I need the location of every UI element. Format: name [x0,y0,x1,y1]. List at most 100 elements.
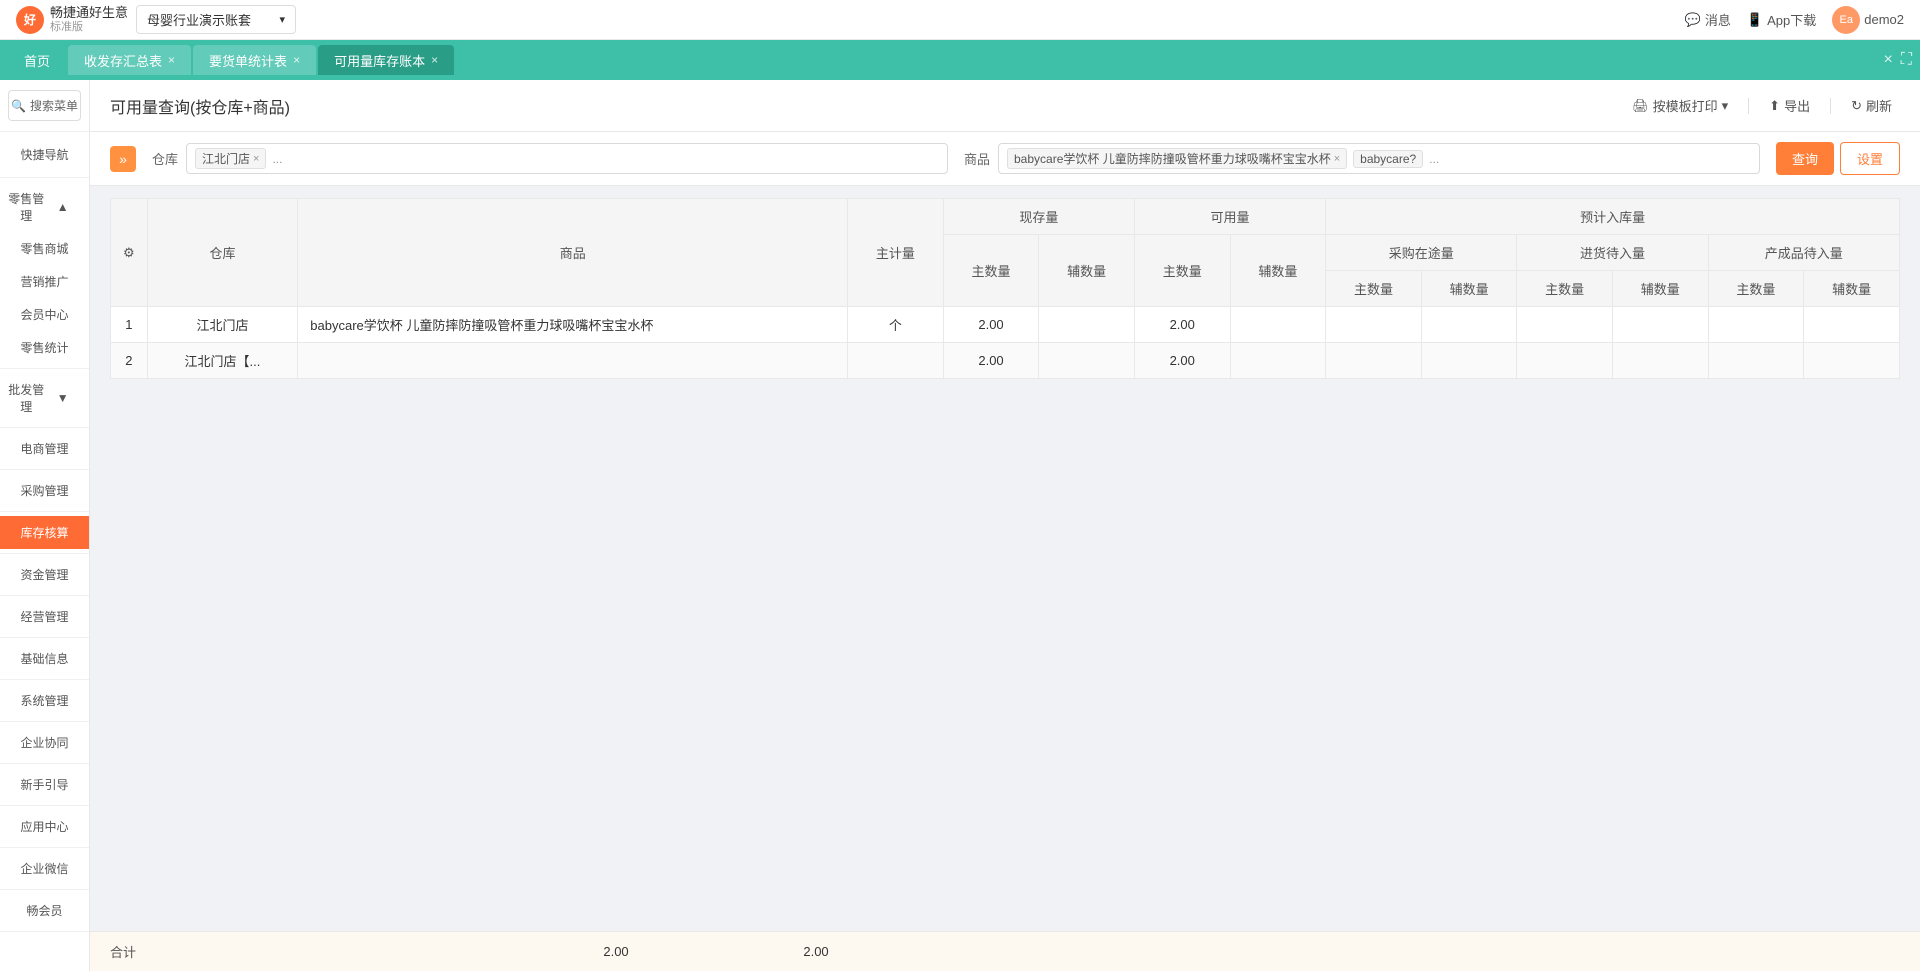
sidebar-item-basic-info[interactable]: 基础信息 [0,642,89,675]
query-button[interactable]: 查询 [1776,142,1834,175]
sidebar-item-enterprise-wechat[interactable]: 企业微信 [0,852,89,885]
column-production-arrival-main: 主数量 [1708,271,1804,307]
filter-expand-button[interactable]: » [110,146,136,172]
sidebar-section-retail: 零售管理 ▲ 零售商城 营销推广 会员中心 零售统计 [0,178,89,369]
print-template-button[interactable]: 🖨 按模板打印 ▾ [1624,92,1736,119]
chevron-down-icon: ▾ [279,13,285,26]
tab-close-icon[interactable]: × [431,53,438,67]
sidebar-item-wholesale-mgmt[interactable]: 批发管理 ▼ [0,373,89,423]
maximize-window-button[interactable]: ⛶ [1901,51,1912,69]
logo-text: 畅捷通好生意 标准版 [50,5,128,34]
sidebar-item-retail-store[interactable]: 零售商城 [0,232,89,265]
sidebar-item-quick-nav[interactable]: 快捷导航 [0,138,89,171]
refresh-button[interactable]: ↻ 刷新 [1843,92,1900,119]
print-icon: 🖨 [1632,98,1649,114]
app-download-action[interactable]: 📱 App下载 [1747,10,1816,29]
tab-available-stock[interactable]: 可用量库存账本 × [318,45,454,75]
content-area: 可用量查询(按仓库+商品) 🖨 按模板打印 ▾ ⬆ 导出 ↻ 刷新 [90,80,1920,971]
tab-home[interactable]: 首页 [8,45,66,75]
sidebar-section-inventory: 库存核算 [0,512,89,554]
column-current-sub-qty: 辅数量 [1039,235,1135,307]
user-area[interactable]: Ea demo2 [1832,6,1904,34]
search-icon: 🔍 [11,99,26,113]
product-filter-group: 商品 babycare学饮杯 儿童防摔防撞吸管杯重力球吸嘴杯宝宝水杯 × bab… [964,143,1760,174]
row-main-unit-summary [848,343,944,379]
sidebar-item-business-mgmt[interactable]: 经营管理 [0,600,89,633]
table-row: 2 江北门店【... 2.00 2.00 [111,343,1900,379]
warehouse-filter-group: 仓库 江北门店 × ... [152,143,948,174]
product-tag-short: babycare? [1353,150,1423,168]
row-p2-summary [1421,343,1517,379]
row-p5-summary [1708,343,1804,379]
sidebar-item-system-mgmt[interactable]: 系统管理 [0,684,89,717]
chevron-down-icon: ▾ [1722,98,1729,114]
sidebar-item-enterprise-collab[interactable]: 企业协同 [0,726,89,759]
sidebar-item-member[interactable]: 畅会员 [0,894,89,927]
sidebar-item-retail-mgmt[interactable]: 零售管理 ▲ [0,182,89,232]
row-warehouse-summary: 江北门店【... [147,343,298,379]
tag-close-icon[interactable]: × [1334,153,1340,165]
table-container: ⚙ 仓库 商品 主计量 现存量 可用量 预计入库量 主数量 辅数量 主数量 辅数… [90,186,1920,971]
export-button[interactable]: ⬆ 导出 [1761,92,1818,119]
row-purchase-in-transit-sub [1421,307,1517,343]
column-production-arrival: 产成品待入量 [1708,235,1899,271]
row-main-unit: 个 [848,307,944,343]
row-product-summary [298,343,848,379]
tab-close-icon[interactable]: × [168,53,175,67]
settings-button[interactable]: 设置 [1840,142,1900,175]
top-bar-left: 好 畅捷通好生意 标准版 母婴行业演示账套 ▾ [16,5,296,34]
sidebar-item-new-guide[interactable]: 新手引导 [0,768,89,801]
settings-icon: ⚙ [123,245,135,260]
sidebar-item-ecommerce-mgmt[interactable]: 电商管理 [0,432,89,465]
row-available-sub-qty [1230,307,1326,343]
sidebar-item-marketing[interactable]: 营销推广 [0,265,89,298]
sidebar-item-retail-stats[interactable]: 零售统计 [0,331,89,364]
sidebar-section-member: 畅会员 [0,890,89,932]
message-icon: 💬 [1685,12,1701,28]
export-icon: ⬆ [1769,98,1780,114]
row-purchase-in-transit-main [1326,307,1422,343]
avatar: Ea [1832,6,1860,34]
tab-close-icon[interactable]: × [293,53,300,67]
warehouse-more[interactable]: ... [272,152,282,166]
tab-income-expense[interactable]: 收发存汇总表 × [68,45,191,75]
search-menu-button[interactable]: 🔍 搜索菜单 [8,90,81,121]
page-title: 可用量查询(按仓库+商品) [110,94,290,118]
message-action[interactable]: 💬 消息 [1685,10,1731,29]
row-purchase-arrival-main [1517,307,1613,343]
tag-close-icon[interactable]: × [253,153,259,165]
column-purchase-in-transit: 采购在途量 [1326,235,1517,271]
table-footer: 合计 2.00 2.00 [90,931,1920,971]
row-purchase-arrival-sub [1612,307,1708,343]
sidebar: 🔍 搜索菜单 快捷导航 零售管理 ▲ 零售商城 营销推广 会员中心 零售统计 [0,80,90,971]
close-window-button[interactable]: × [1883,51,1892,69]
divider [1830,98,1831,114]
sidebar-section-enterprise: 企业协同 [0,722,89,764]
row-index: 2 [111,343,148,379]
column-settings[interactable]: ⚙ [111,199,148,307]
top-bar-right: 💬 消息 📱 App下载 Ea demo2 [1685,6,1904,34]
column-product: 商品 [298,199,848,307]
refresh-icon: ↻ [1851,98,1862,114]
column-planned-in: 预计入库量 [1326,199,1900,235]
column-available: 可用量 [1134,199,1325,235]
product-more[interactable]: ... [1429,152,1439,166]
product-tags-container[interactable]: babycare学饮杯 儿童防摔防撞吸管杯重力球吸嘴杯宝宝水杯 × babyca… [998,143,1760,174]
sidebar-item-inventory-check[interactable]: 库存核算 [0,516,89,549]
logo-area: 好 畅捷通好生意 标准版 [16,5,128,34]
warehouse-tags-container[interactable]: 江北门店 × ... [186,143,948,174]
sidebar-item-purchase-mgmt[interactable]: 采购管理 [0,474,89,507]
tab-order-stats[interactable]: 要货单统计表 × [193,45,316,75]
industry-selector[interactable]: 母婴行业演示账套 ▾ [136,5,296,34]
table-row: 1 江北门店 babycare学饮杯 儿童防摔防撞吸管杯重力球吸嘴杯宝宝水杯 个… [111,307,1900,343]
template-badge: 标准版 [50,21,128,34]
column-available-sub-qty: 辅数量 [1230,235,1326,307]
product-label: 商品 [964,149,990,168]
sidebar-item-app-center[interactable]: 应用中心 [0,810,89,843]
sidebar-search-area: 🔍 搜索菜单 [0,80,89,132]
logo-icon: 好 [16,6,44,34]
row-p1-summary [1326,343,1422,379]
row-current-sub-qty [1039,307,1135,343]
sidebar-item-finance-mgmt[interactable]: 资金管理 [0,558,89,591]
sidebar-item-member-center[interactable]: 会员中心 [0,298,89,331]
